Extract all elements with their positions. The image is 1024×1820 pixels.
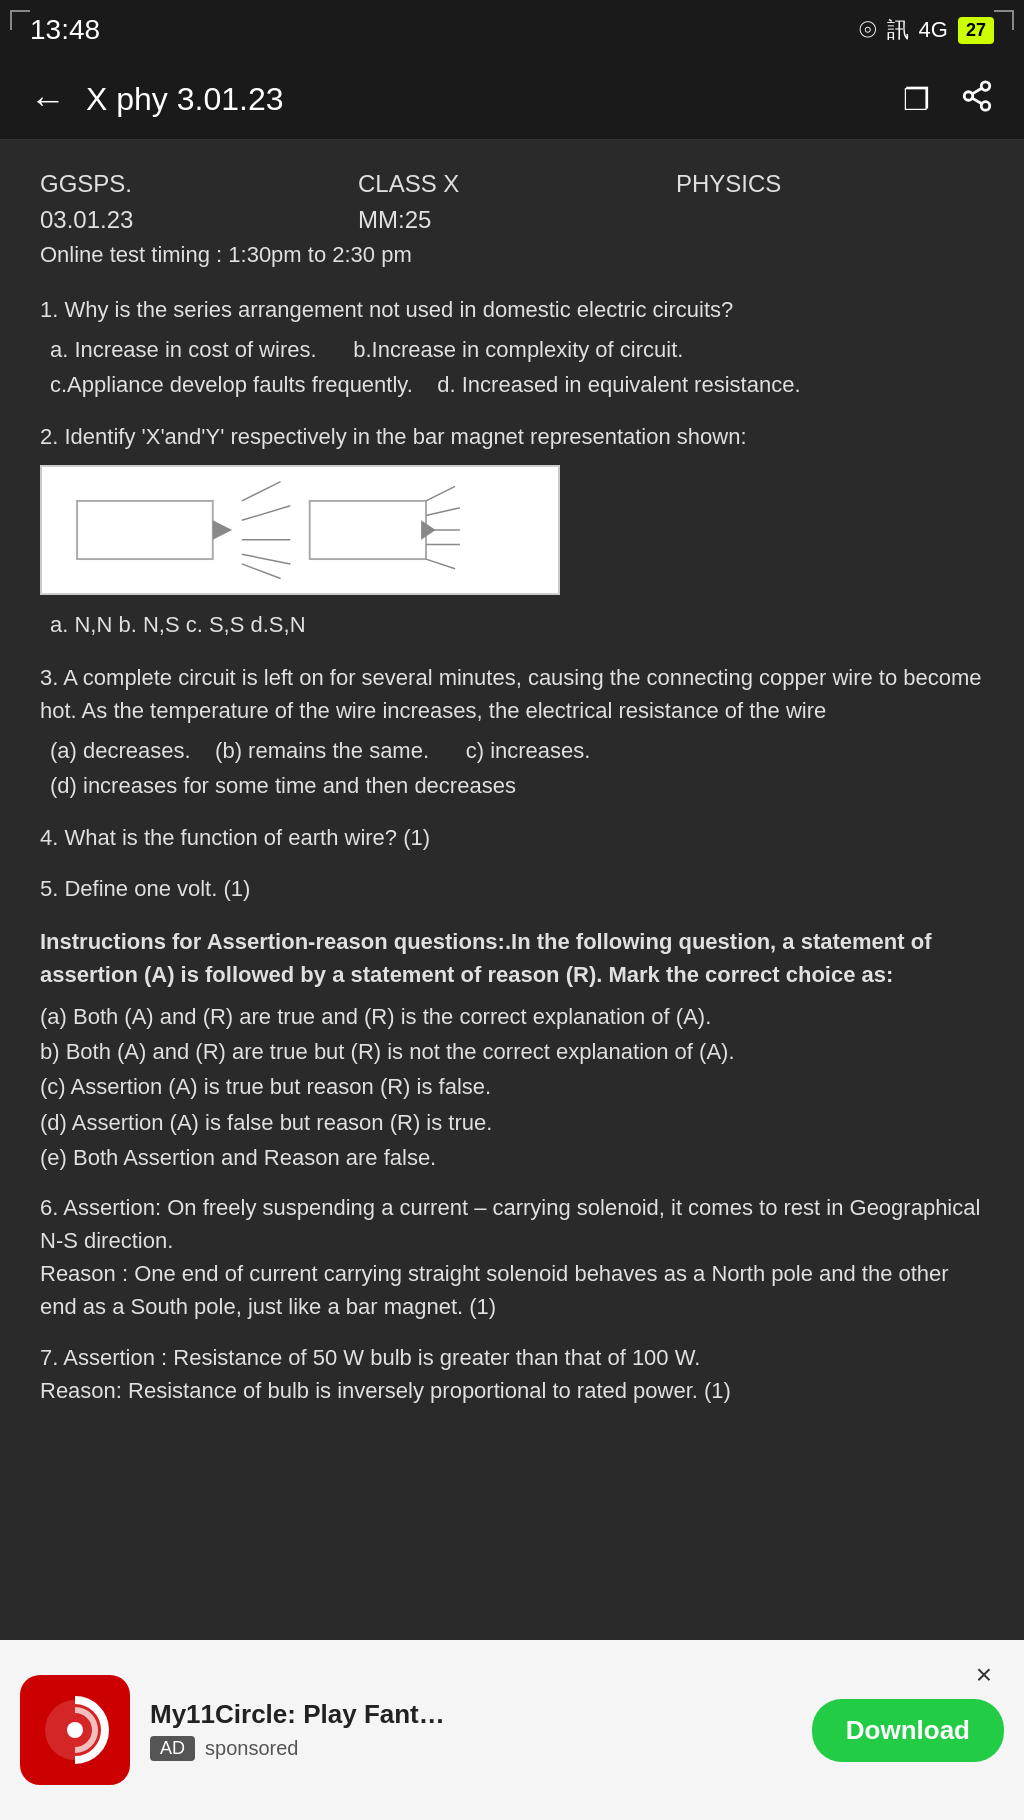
q7-reason: Reason: Resistance of bulb is inversely … <box>40 1378 731 1403</box>
q6-num: 6. <box>40 1195 63 1220</box>
status-time: 13:48 <box>30 14 100 46</box>
ad-info: My11Circle: Play Fant… AD sponsored <box>150 1699 792 1761</box>
doc-date: 03.01.23 <box>40 206 348 234</box>
question-7: 7. Assertion : Resistance of 50 W bulb i… <box>40 1341 984 1407</box>
doc-header-row2: 03.01.23 MM:25 <box>40 206 984 234</box>
question-3: 3. A complete circuit is left on for sev… <box>40 661 984 803</box>
ad-badge: AD <box>150 1736 195 1761</box>
instructions-options: (a) Both (A) and (R) are true and (R) is… <box>40 999 984 1175</box>
nav-right: ❐ <box>903 79 994 120</box>
svg-rect-12 <box>310 501 426 559</box>
nav-bar: ← X phy 3.01.23 ❐ <box>0 60 1024 140</box>
wifi-icon: 訊 <box>887 15 909 45</box>
q7-assertion: Assertion : Resistance of 50 W bulb is g… <box>63 1345 700 1370</box>
q6-text: 6. Assertion: On freely suspending a cur… <box>40 1191 984 1323</box>
nav-title: X phy 3.01.23 <box>86 81 283 118</box>
doc-timing: Online test timing : 1:30pm to 2:30 pm <box>40 242 984 268</box>
ad-badge-row: AD sponsored <box>150 1736 792 1761</box>
close-icon: × <box>976 1659 992 1691</box>
network-icon: 4G <box>919 17 948 43</box>
q3-optA: (a) decreases. <box>50 738 191 763</box>
doc-header: GGSPS. CLASS X PHYSICS <box>40 170 984 198</box>
svg-point-22 <box>67 1722 83 1738</box>
question-1: 1. Why is the series arrangement not use… <box>40 293 984 402</box>
ad-banner: × My11Circle: Play Fant… AD sponsored Do… <box>0 1640 1024 1820</box>
question-2: 2. Identify 'X'and'Y' respectively in th… <box>40 420 984 642</box>
q3-optB: (b) remains the same. <box>215 738 429 763</box>
q3-options: (a) decreases. (b) remains the same. c) … <box>40 733 984 803</box>
inst-opt-d: (d) Assertion (A) is false but reason (R… <box>40 1110 492 1135</box>
ad-sponsored-label: sponsored <box>205 1737 298 1760</box>
q3-optD: (d) increases for some time and then dec… <box>50 773 516 798</box>
magnet-image <box>40 465 560 595</box>
share-icon[interactable] <box>960 79 994 120</box>
doc-empty <box>676 206 984 234</box>
q3-optC: c) increases. <box>466 738 591 763</box>
q5-body: Define one volt. (1) <box>64 876 250 901</box>
q2-body: Identify 'X'and'Y' respectively in the b… <box>64 424 746 449</box>
status-icons: ⦾ 訊 4G 27 <box>859 15 994 45</box>
q4-body: What is the function of earth wire? (1) <box>64 825 430 850</box>
edit-icon[interactable]: ❐ <box>903 82 930 117</box>
ad-logo <box>20 1675 130 1785</box>
q1-num: 1. <box>40 297 64 322</box>
instructions-heading: Instructions for Assertion-reason questi… <box>40 925 984 991</box>
q2-num: 2. <box>40 424 64 449</box>
nav-left: ← X phy 3.01.23 <box>30 79 283 121</box>
q1-optC: c.Appliance develop faults frequently. <box>50 372 413 397</box>
instructions-heading-text: Instructions for Assertion-reason questi… <box>40 929 505 954</box>
q1-body: Why is the series arrangement not used i… <box>64 297 733 322</box>
inst-opt-a: (a) Both (A) and (R) are true and (R) is… <box>40 1004 711 1029</box>
main-content: GGSPS. CLASS X PHYSICS 03.01.23 MM:25 On… <box>0 140 1024 1640</box>
q5-num: 5. <box>40 876 64 901</box>
q4-num: 4. <box>40 825 64 850</box>
ad-app-name: My11Circle: Play Fant… <box>150 1699 792 1730</box>
q1-optB: b.Increase in complexity of circuit. <box>353 337 683 362</box>
q2-opts: a. N,N b. N,S c. S,S d.S,N <box>50 612 306 637</box>
doc-maxmarks: MM:25 <box>358 206 666 234</box>
battery-badge: 27 <box>958 17 994 44</box>
svg-rect-6 <box>77 501 213 559</box>
q3-num: 3. <box>40 665 63 690</box>
q1-options: a. Increase in cost of wires. b.Increase… <box>40 332 984 402</box>
instructions-block: Instructions for Assertion-reason questi… <box>40 925 984 1175</box>
inst-opt-e: (e) Both Assertion and Reason are false. <box>40 1145 436 1170</box>
question-6: 6. Assertion: On freely suspending a cur… <box>40 1191 984 1323</box>
svg-line-4 <box>972 88 982 94</box>
q1-optA: a. Increase in cost of wires. <box>50 337 317 362</box>
download-button[interactable]: Download <box>812 1699 1004 1762</box>
school-name: GGSPS. <box>40 170 348 198</box>
q1-optD: d. Increased in equivalent resistance. <box>437 372 800 397</box>
q3-text: 3. A complete circuit is left on for sev… <box>40 661 984 727</box>
inst-opt-b: b) Both (A) and (R) are true but (R) is … <box>40 1039 735 1064</box>
q2-text: 2. Identify 'X'and'Y' respectively in th… <box>40 420 984 453</box>
subject-name: PHYSICS <box>676 170 984 198</box>
q6-reason: Reason : One end of current carrying str… <box>40 1261 949 1319</box>
q4-text: 4. What is the function of earth wire? (… <box>40 821 984 854</box>
q7-text: 7. Assertion : Resistance of 50 W bulb i… <box>40 1341 984 1407</box>
ad-close-button[interactable]: × <box>964 1655 1004 1695</box>
svg-line-3 <box>972 98 982 104</box>
q5-text: 5. Define one volt. (1) <box>40 872 984 905</box>
back-button[interactable]: ← <box>30 79 66 121</box>
q7-num: 7. <box>40 1345 63 1370</box>
q1-text: 1. Why is the series arrangement not use… <box>40 293 984 326</box>
status-bar: 13:48 ⦾ 訊 4G 27 <box>0 0 1024 60</box>
question-5: 5. Define one volt. (1) <box>40 872 984 905</box>
class-name: CLASS X <box>358 170 666 198</box>
q3-body: A complete circuit is left on for severa… <box>40 665 982 723</box>
q2-options: a. N,N b. N,S c. S,S d.S,N <box>40 607 984 642</box>
q6-assertion: Assertion: On freely suspending a curren… <box>40 1195 980 1253</box>
question-4: 4. What is the function of earth wire? (… <box>40 821 984 854</box>
signal-icon: ⦾ <box>859 17 877 43</box>
inst-opt-c: (c) Assertion (A) is true but reason (R)… <box>40 1074 491 1099</box>
